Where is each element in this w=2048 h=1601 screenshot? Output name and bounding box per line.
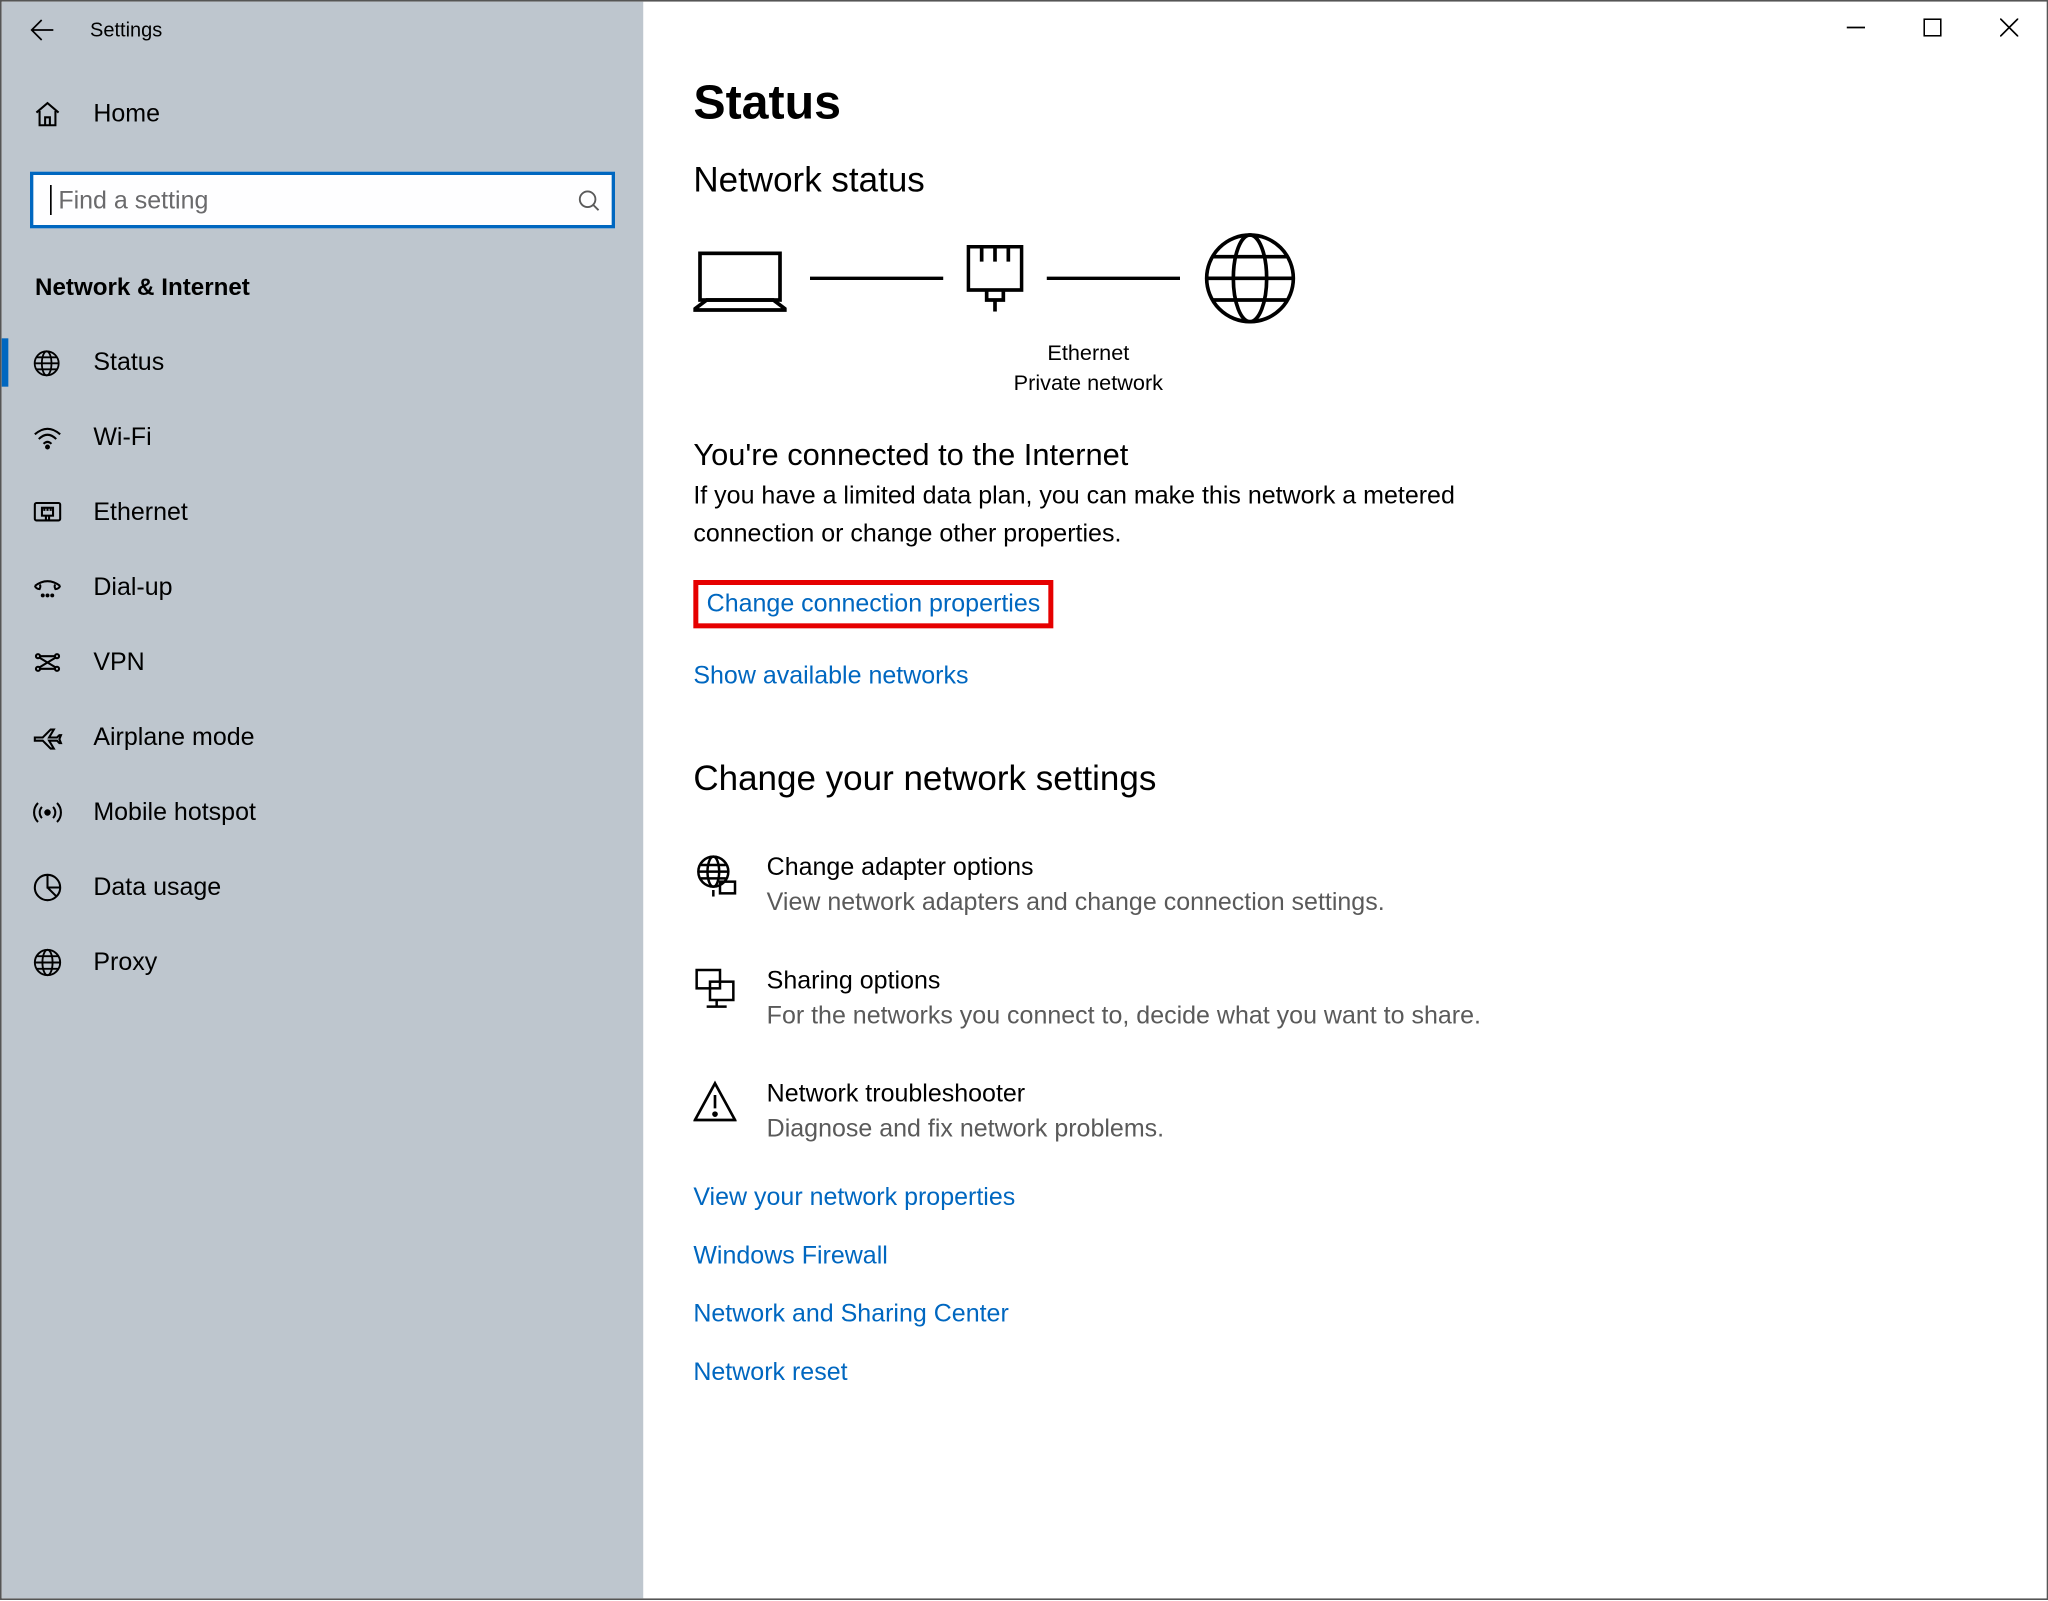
- connected-body: If you have a limited data plan, you can…: [693, 478, 1460, 553]
- home-label: Home: [93, 100, 160, 128]
- connection-type: Private network: [980, 368, 1197, 397]
- close-button[interactable]: [1970, 2, 2047, 52]
- setting-change-adapter-options[interactable]: Change adapter options View network adap…: [693, 837, 2046, 950]
- setting-desc: Diagnose and fix network problems.: [767, 1112, 1164, 1147]
- link-show-available-networks[interactable]: Show available networks: [693, 662, 968, 690]
- connection-line-icon: [810, 275, 943, 282]
- section-change-network-settings: Change your network settings: [693, 760, 2046, 800]
- data-usage-icon: [30, 871, 63, 904]
- sidebar-item-label: Wi-Fi: [93, 423, 151, 451]
- link-network-sharing-center[interactable]: Network and Sharing Center: [693, 1300, 2046, 1328]
- back-button[interactable]: [2, 2, 82, 57]
- maximize-button[interactable]: [1893, 2, 1970, 52]
- sidebar-item-label: Mobile hotspot: [93, 798, 256, 826]
- titlebar: Settings: [2, 2, 644, 57]
- setting-desc: For the networks you connect to, decide …: [767, 998, 1481, 1033]
- sidebar-item-label: Airplane mode: [93, 723, 254, 751]
- sidebar: Settings Home Network & Internet Status: [2, 2, 644, 1599]
- diagram-labels: Ethernet Private network: [693, 338, 1293, 396]
- sidebar-item-label: Proxy: [93, 948, 157, 976]
- airplane-icon: [30, 721, 63, 754]
- page-title: Status: [693, 77, 2046, 132]
- troubleshooter-icon: [693, 1080, 736, 1123]
- sidebar-item-label: Ethernet: [93, 498, 188, 526]
- sidebar-item-dialup[interactable]: Dial-up: [2, 550, 644, 625]
- sidebar-item-hotspot[interactable]: Mobile hotspot: [2, 775, 644, 850]
- sidebar-item-datausage[interactable]: Data usage: [2, 850, 644, 925]
- home-icon: [30, 98, 63, 131]
- sidebar-item-wifi[interactable]: Wi-Fi: [2, 400, 644, 475]
- setting-desc: View network adapters and change connect…: [767, 885, 1385, 920]
- content-area: Status Network status Ethernet Private n…: [643, 2, 2046, 1599]
- search-input-wrap[interactable]: [30, 172, 615, 229]
- proxy-globe-icon: [30, 946, 63, 979]
- window-controls: [1817, 2, 2047, 52]
- text-caret: [50, 185, 52, 215]
- ethernet-port-icon: [967, 245, 1024, 312]
- link-view-network-properties[interactable]: View your network properties: [693, 1183, 2046, 1211]
- setting-title: Network troubleshooter: [767, 1077, 1164, 1112]
- sidebar-item-proxy[interactable]: Proxy: [2, 925, 644, 1000]
- section-network-status: Network status: [693, 162, 2046, 202]
- connection-line-icon: [1047, 275, 1180, 282]
- link-network-reset[interactable]: Network reset: [693, 1358, 2046, 1386]
- sidebar-item-status[interactable]: Status: [2, 325, 644, 400]
- dialup-icon: [30, 571, 63, 604]
- search-icon: [577, 188, 602, 213]
- connected-heading: You're connected to the Internet: [693, 437, 2046, 474]
- network-diagram: [693, 232, 2046, 325]
- setting-title: Change adapter options: [767, 850, 1385, 885]
- ethernet-icon: [30, 496, 63, 529]
- computer-icon: [693, 243, 786, 313]
- hotspot-icon: [30, 796, 63, 829]
- sidebar-item-vpn[interactable]: VPN: [2, 625, 644, 700]
- search-input[interactable]: [58, 186, 576, 214]
- setting-title: Sharing options: [767, 963, 1481, 998]
- sidebar-item-label: VPN: [93, 648, 144, 676]
- wifi-icon: [30, 421, 63, 454]
- sidebar-item-home[interactable]: Home: [2, 77, 644, 152]
- link-windows-firewall[interactable]: Windows Firewall: [693, 1242, 2046, 1270]
- sidebar-item-label: Data usage: [93, 873, 221, 901]
- sidebar-item-airplane[interactable]: Airplane mode: [2, 700, 644, 775]
- sharing-options-icon: [693, 967, 736, 1010]
- back-arrow-icon: [28, 16, 55, 43]
- window-title: Settings: [90, 18, 162, 41]
- adapter-options-icon: [693, 853, 736, 896]
- sidebar-item-label: Status: [93, 348, 164, 376]
- minimize-button[interactable]: [1817, 2, 1894, 52]
- vpn-icon: [30, 646, 63, 679]
- status-globe-icon: [30, 346, 63, 379]
- sidebar-item-label: Dial-up: [93, 573, 172, 601]
- minimize-icon: [1846, 18, 1864, 36]
- sidebar-nav: Status Wi-Fi Ethernet Dial-up: [2, 325, 644, 1000]
- sidebar-item-ethernet[interactable]: Ethernet: [2, 475, 644, 550]
- setting-sharing-options[interactable]: Sharing options For the networks you con…: [693, 950, 2046, 1063]
- close-icon: [1999, 18, 2017, 36]
- link-change-connection-properties[interactable]: Change connection properties: [693, 580, 1053, 628]
- connection-name: Ethernet: [980, 338, 1197, 367]
- internet-globe-icon: [1203, 232, 1296, 325]
- setting-network-troubleshooter[interactable]: Network troubleshooter Diagnose and fix …: [693, 1063, 2046, 1176]
- sidebar-category: Network & Internet: [35, 275, 643, 302]
- maximize-icon: [1923, 18, 1941, 36]
